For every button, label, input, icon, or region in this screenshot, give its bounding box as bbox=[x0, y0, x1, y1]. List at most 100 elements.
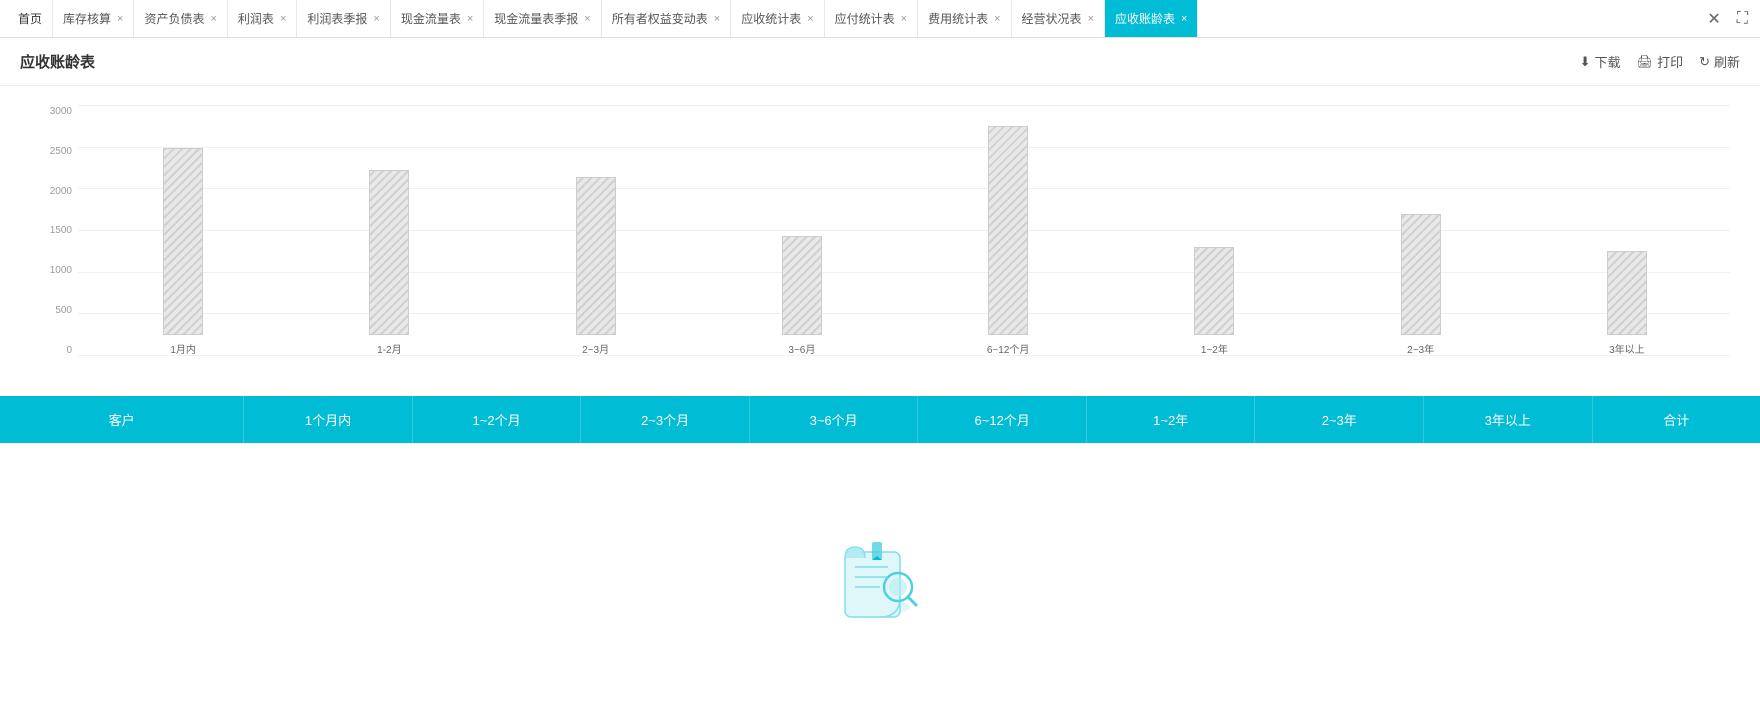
tab-label-profit: 利润表 bbox=[238, 10, 274, 27]
tab-label-inventory: 库存核算 bbox=[63, 10, 111, 27]
tab-label-balance: 资产负债表 bbox=[144, 10, 204, 27]
bar-group-3~6月: 3~6月 bbox=[699, 236, 905, 356]
tab-close-expense-stat[interactable]: × bbox=[994, 13, 1000, 25]
bar-group-1月内: 1月内 bbox=[80, 148, 286, 356]
tab-close-payable-stat[interactable]: × bbox=[901, 13, 907, 25]
bar-1-2月 bbox=[369, 170, 409, 335]
tab-item-expense-stat[interactable]: 费用统计表 × bbox=[918, 0, 1011, 38]
tab-item-home[interactable]: 首页 bbox=[8, 0, 53, 38]
bar-label-3年以上: 3年以上 bbox=[1609, 341, 1645, 356]
y-label: 1500 bbox=[50, 225, 72, 236]
tab-item-cashflow[interactable]: 现金流量表 × bbox=[391, 0, 484, 38]
tab-close-operations[interactable]: × bbox=[1088, 13, 1094, 25]
table-header-col-2: 1~2个月 bbox=[413, 396, 582, 443]
bar-label-2~3年: 2~3年 bbox=[1407, 341, 1434, 356]
table-header-col-7: 2~3年 bbox=[1255, 396, 1424, 443]
tab-item-profit[interactable]: 利润表 × bbox=[228, 0, 297, 38]
tab-item-balance[interactable]: 资产负债表 × bbox=[134, 0, 227, 38]
tab-close-inventory[interactable]: × bbox=[117, 13, 123, 25]
tab-label-home: 首页 bbox=[18, 10, 42, 27]
table-header: 客户1个月内1~2个月2~3个月3~6个月6~12个月1~2年2~3年3年以上合… bbox=[0, 396, 1760, 443]
download-label: 下载 bbox=[1595, 52, 1621, 71]
refresh-icon: ↻ bbox=[1699, 54, 1710, 70]
bar-label-1~2年: 1~2年 bbox=[1201, 341, 1228, 356]
bar-group-1~2年: 1~2年 bbox=[1111, 247, 1317, 356]
tab-item-equity[interactable]: 所有者权益变动表 × bbox=[602, 0, 731, 38]
close-window-icon[interactable]: ✕ bbox=[1703, 7, 1724, 31]
tab-close-profit-quarterly[interactable]: × bbox=[373, 13, 379, 25]
tab-close-balance[interactable]: × bbox=[210, 13, 216, 25]
table-header-col-4: 3~6个月 bbox=[750, 396, 919, 443]
bar-label-1月内: 1月内 bbox=[170, 341, 196, 356]
bar-chart: 050010001500200025003000 1月内1-2月2~3月3~6月… bbox=[30, 106, 1730, 386]
tab-item-receivable-stat[interactable]: 应收统计表 × bbox=[731, 0, 824, 38]
print-button[interactable]: 🖨打印 bbox=[1637, 52, 1684, 71]
table-header-col-0: 客户 bbox=[0, 396, 244, 443]
tab-close-receivable-stat[interactable]: × bbox=[807, 13, 813, 25]
page-title: 应收账龄表 bbox=[20, 51, 95, 72]
bar-3~6月 bbox=[782, 236, 822, 335]
tab-item-operations[interactable]: 经营状况表 × bbox=[1012, 0, 1105, 38]
y-label: 1000 bbox=[50, 265, 72, 276]
tab-item-inventory[interactable]: 库存核算 × bbox=[53, 0, 134, 38]
header-actions: ⬇下载 🖨打印 ↻刷新 bbox=[1580, 52, 1740, 71]
table-header-col-6: 1~2年 bbox=[1087, 396, 1256, 443]
table-header-col-5: 6~12个月 bbox=[918, 396, 1087, 443]
bar-1~2年 bbox=[1194, 247, 1234, 335]
y-label: 3000 bbox=[50, 106, 72, 117]
bar-group-1-2月: 1-2月 bbox=[286, 170, 492, 356]
bar-3年以上 bbox=[1607, 251, 1647, 335]
y-label: 500 bbox=[55, 305, 72, 316]
tab-label-profit-quarterly: 利润表季报 bbox=[307, 10, 367, 27]
download-icon: ⬇ bbox=[1580, 54, 1591, 70]
bar-label-1-2月: 1-2月 bbox=[377, 341, 401, 356]
window-controls: ✕ ⛶ bbox=[1703, 7, 1752, 31]
tab-item-payable-stat[interactable]: 应付统计表 × bbox=[825, 0, 918, 38]
tab-label-payable-stat: 应付统计表 bbox=[835, 10, 895, 27]
bar-1月内 bbox=[163, 148, 203, 335]
tab-close-profit[interactable]: × bbox=[280, 13, 286, 25]
bar-group-6~12个月: 6~12个月 bbox=[905, 126, 1111, 356]
refresh-button[interactable]: ↻刷新 bbox=[1699, 52, 1740, 71]
y-label: 2500 bbox=[50, 146, 72, 157]
tab-close-ar-aging[interactable]: × bbox=[1181, 13, 1187, 25]
maximize-window-icon[interactable]: ⛶ bbox=[1733, 8, 1752, 30]
bar-group-3年以上: 3年以上 bbox=[1524, 251, 1730, 356]
bar-2~3年 bbox=[1401, 214, 1441, 335]
download-button[interactable]: ⬇下载 bbox=[1580, 52, 1621, 71]
page-header: 应收账龄表 ⬇下载 🖨打印 ↻刷新 bbox=[0, 38, 1760, 86]
bar-label-6~12个月: 6~12个月 bbox=[987, 341, 1030, 356]
chart-y-axis: 050010001500200025003000 bbox=[30, 106, 78, 356]
tab-label-operations: 经营状况表 bbox=[1022, 10, 1082, 27]
tab-label-cashflow: 现金流量表 bbox=[401, 10, 461, 27]
tab-close-cashflow-quarterly[interactable]: × bbox=[584, 13, 590, 25]
table-header-col-1: 1个月内 bbox=[244, 396, 413, 443]
tab-label-receivable-stat: 应收统计表 bbox=[741, 10, 801, 27]
tab-label-ar-aging: 应收账龄表 bbox=[1115, 10, 1175, 27]
bar-group-2~3年: 2~3年 bbox=[1318, 214, 1524, 356]
empty-state bbox=[0, 443, 1760, 720]
bars-container: 1月内 1-2月 2~3月 3~6月 6~12个月 1~2年 2~3年 3年以上 bbox=[80, 106, 1730, 356]
main-content: 050010001500200025003000 1月内1-2月2~3月3~6月… bbox=[0, 86, 1760, 720]
print-icon: 🖨 bbox=[1637, 54, 1654, 70]
tab-bar: 首页库存核算×资产负债表×利润表×利润表季报×现金流量表×现金流量表季报×所有者… bbox=[0, 0, 1760, 38]
tab-item-profit-quarterly[interactable]: 利润表季报 × bbox=[297, 0, 390, 38]
bar-6~12个月 bbox=[988, 126, 1028, 335]
tab-close-equity[interactable]: × bbox=[714, 13, 720, 25]
tab-label-expense-stat: 费用统计表 bbox=[928, 10, 988, 27]
bar-label-3~6月: 3~6月 bbox=[788, 341, 815, 356]
bar-label-2~3月: 2~3月 bbox=[582, 341, 609, 356]
table-header-col-3: 2~3个月 bbox=[581, 396, 750, 443]
print-label: 打印 bbox=[1657, 52, 1683, 71]
tab-item-ar-aging[interactable]: 应收账龄表 × bbox=[1105, 0, 1198, 38]
refresh-label: 刷新 bbox=[1714, 52, 1740, 71]
y-label: 2000 bbox=[50, 186, 72, 197]
tab-close-cashflow[interactable]: × bbox=[467, 13, 473, 25]
tab-item-cashflow-quarterly[interactable]: 现金流量表季报 × bbox=[484, 0, 601, 38]
table-header-col-9: 合计 bbox=[1593, 396, 1760, 443]
tab-label-cashflow-quarterly: 现金流量表季报 bbox=[494, 10, 578, 27]
empty-icon bbox=[820, 532, 940, 632]
tab-label-equity: 所有者权益变动表 bbox=[612, 10, 708, 27]
bar-group-2~3月: 2~3月 bbox=[493, 177, 699, 356]
bar-2~3月 bbox=[576, 177, 616, 335]
